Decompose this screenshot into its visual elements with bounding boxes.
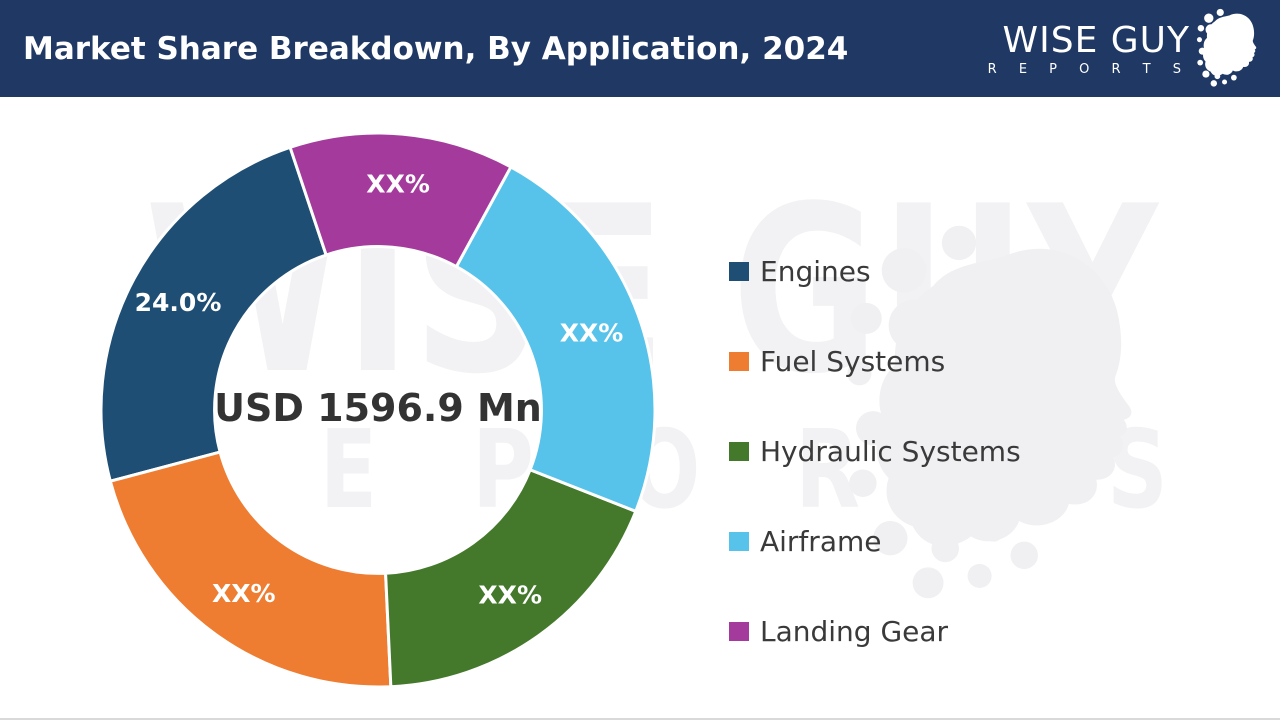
slice-value-label-engines: 24.0% <box>135 288 222 317</box>
legend-label-hydraulic-systems: Hydraulic Systems <box>760 434 1021 468</box>
legend-swatch-fuel-systems <box>729 351 749 371</box>
donut-chart: 24.0% XX% XX% XX% XX% <box>99 131 657 689</box>
slice-value-label-landing-gear: XX% <box>366 170 430 199</box>
legend-item-fuel-systems: Fuel Systems <box>729 344 946 378</box>
slice-value-label-hydraulic-systems: XX% <box>478 580 542 609</box>
chart-center-total: USD 1596.9 Mn <box>214 386 542 430</box>
slice-airframe <box>454 165 657 513</box>
legend-item-landing-gear: Landing Gear <box>729 614 949 648</box>
legend-label-landing-gear: Landing Gear <box>760 614 949 648</box>
legend-swatch-engines <box>729 261 749 281</box>
legend-item-hydraulic-systems: Hydraulic Systems <box>729 434 1021 468</box>
legend-swatch-airframe <box>729 531 749 551</box>
legend-label-fuel-systems: Fuel Systems <box>760 344 946 378</box>
slice-hydraulic-systems <box>384 468 638 689</box>
slice-value-label-airframe: XX% <box>560 318 624 347</box>
legend-label-airframe: Airframe <box>760 524 882 558</box>
legend-swatch-hydraulic-systems <box>729 441 749 461</box>
legend-item-engines: Engines <box>729 254 871 288</box>
legend-swatch-landing-gear <box>729 621 749 641</box>
legend-item-airframe: Airframe <box>729 524 882 558</box>
slice-fuel-systems <box>108 450 393 689</box>
legend-label-engines: Engines <box>760 254 871 288</box>
slice-value-label-fuel-systems: XX% <box>212 579 276 608</box>
